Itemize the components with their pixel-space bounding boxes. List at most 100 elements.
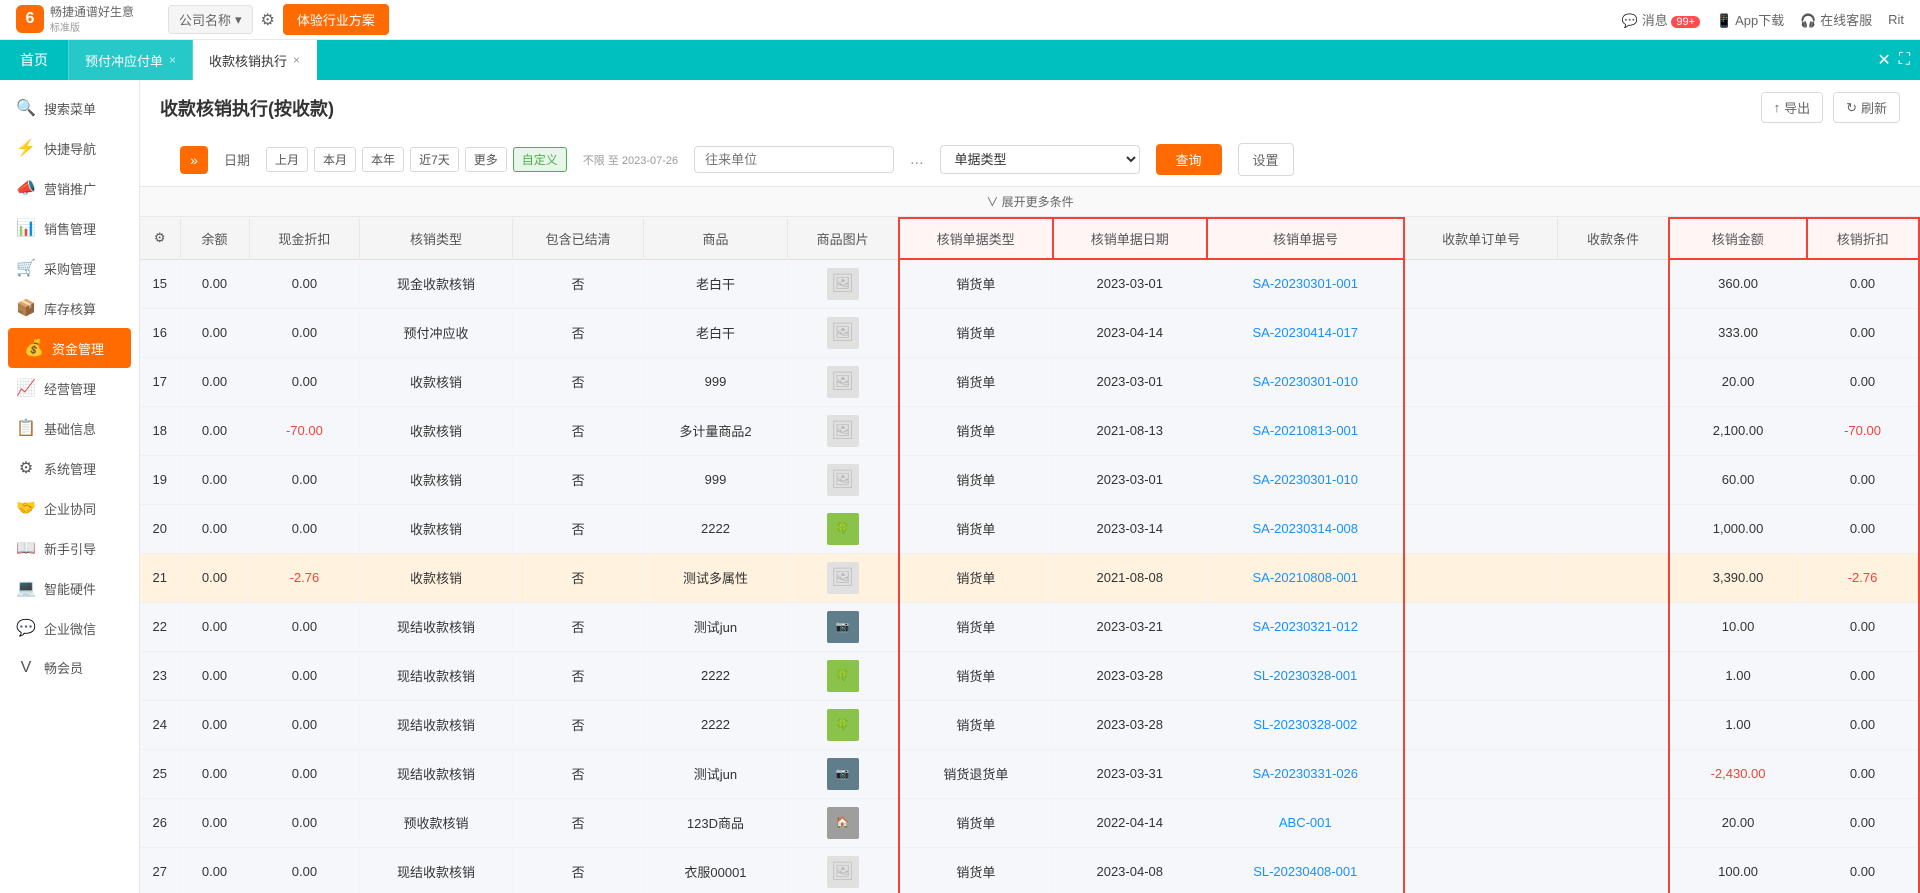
tab-fullscreen-button[interactable]: ⛶: [1899, 51, 1910, 69]
app-download-link[interactable]: 📱 App下载: [1716, 10, 1784, 29]
layout: 🔍 搜索菜单 ⚡ 快捷导航 📣 营销推广 📊 销售管理 🛒 采购管理 📦 库存核…: [0, 80, 1920, 893]
row-id: 20: [140, 504, 180, 553]
tab-receipt-close[interactable]: ×: [293, 53, 300, 67]
row-receipt-order-no: [1404, 749, 1557, 798]
company-selector[interactable]: 公司名称 ▾: [168, 5, 253, 34]
row-cancel-bill-no[interactable]: SA-20230301-010: [1207, 357, 1404, 406]
message-link[interactable]: 💬 消息 99+: [1622, 10, 1700, 29]
sidebar-item-collab[interactable]: 🤝 企业协同: [0, 488, 139, 528]
sidebar-item-search[interactable]: 🔍 搜索菜单: [0, 88, 139, 128]
sidebar-item-basics[interactable]: 📋 基础信息: [0, 408, 139, 448]
row-include-cleared: 否: [512, 749, 644, 798]
row-cancel-bill-no[interactable]: SA-20230331-026: [1207, 749, 1404, 798]
sidebar-item-guide[interactable]: 📖 新手引导: [0, 528, 139, 568]
row-cancel-bill-no[interactable]: SL-20230328-002: [1207, 700, 1404, 749]
tab-home[interactable]: 首页: [0, 40, 69, 80]
table-row: 22 0.00 0.00 现结收款核销 否 测试jun 📷 销货单 2023-0…: [140, 602, 1919, 651]
row-cancel-bill-no[interactable]: SA-20230414-017: [1207, 308, 1404, 357]
row-goods: 测试jun: [644, 749, 787, 798]
search-button[interactable]: 查询: [1156, 144, 1222, 175]
row-cancel-discount: 0.00: [1807, 455, 1919, 504]
sidebar-item-sales[interactable]: 📊 销售管理: [0, 208, 139, 248]
date-more[interactable]: 更多: [465, 147, 507, 172]
row-receipt-order-no: [1404, 357, 1557, 406]
row-id: 23: [140, 651, 180, 700]
tab-close-all-button[interactable]: ✕: [1877, 50, 1890, 70]
row-cancel-type: 现结收款核销: [360, 700, 512, 749]
gear-button[interactable]: ⚙: [261, 10, 275, 30]
row-goods: 2222: [644, 504, 787, 553]
company-name: 公司名称: [179, 10, 231, 29]
row-balance: 0.00: [180, 357, 249, 406]
wechat-icon: 💬: [16, 618, 36, 638]
row-receipt-order-no: [1404, 504, 1557, 553]
row-cancel-bill-no[interactable]: SA-20230301-001: [1207, 259, 1404, 308]
expand-more-button[interactable]: ∨ 展开更多条件: [140, 187, 1920, 217]
row-cancel-bill-date: 2023-03-01: [1053, 357, 1207, 406]
table-row: 21 0.00 -2.76 收款核销 否 测试多属性 🖼 销货单 2021-08…: [140, 553, 1919, 602]
date-this-year[interactable]: 本年: [362, 147, 404, 172]
search-icon: 🔍: [16, 98, 36, 118]
tab-prepay-close[interactable]: ×: [169, 53, 176, 67]
table-settings-icon[interactable]: ⚙: [154, 230, 166, 245]
unit-input[interactable]: [694, 146, 894, 173]
row-cancel-bill-type: 销货单: [899, 847, 1053, 893]
row-cancel-bill-no[interactable]: ABC-001: [1207, 798, 1404, 847]
row-cancel-bill-no[interactable]: SA-20230301-010: [1207, 455, 1404, 504]
filter-toggle-button[interactable]: »: [180, 146, 208, 174]
export-button[interactable]: ↑ 导出: [1761, 92, 1824, 123]
row-cancel-bill-no[interactable]: SL-20230328-001: [1207, 651, 1404, 700]
tab-prepay-label: 预付冲应付单: [85, 51, 163, 70]
col-settings[interactable]: ⚙: [140, 218, 180, 259]
sidebar-item-marketing[interactable]: 📣 营销推广: [0, 168, 139, 208]
date-custom[interactable]: 自定义: [513, 147, 567, 172]
row-goods-img: 🖼: [787, 308, 899, 357]
sidebar-item-inventory[interactable]: 📦 库存核算: [0, 288, 139, 328]
row-cancel-bill-no[interactable]: SL-20230408-001: [1207, 847, 1404, 893]
row-cancel-type: 收款核销: [360, 455, 512, 504]
row-cancel-bill-no[interactable]: SA-20230321-012: [1207, 602, 1404, 651]
sales-icon: 📊: [16, 218, 36, 238]
sidebar-quicknav-label: 快捷导航: [44, 139, 96, 158]
sidebar-item-purchase[interactable]: 🛒 采购管理: [0, 248, 139, 288]
date-last-month[interactable]: 上月: [266, 147, 308, 172]
row-cash-discount: -70.00: [249, 406, 360, 455]
row-cancel-type: 收款核销: [360, 504, 512, 553]
row-cancel-bill-type: 销货单: [899, 553, 1053, 602]
row-cancel-bill-date: 2023-03-21: [1053, 602, 1207, 651]
refresh-button[interactable]: ↻ 刷新: [1833, 92, 1900, 123]
date-this-month[interactable]: 本月: [314, 147, 356, 172]
sidebar-item-wechat[interactable]: 💬 企业微信: [0, 608, 139, 648]
table-row: 25 0.00 0.00 现结收款核销 否 测试jun 📷 销货退货单 2023…: [140, 749, 1919, 798]
tab-prepay[interactable]: 预付冲应付单 ×: [69, 40, 193, 80]
sidebar-item-member[interactable]: V 畅会员: [0, 648, 139, 687]
customer-service-link[interactable]: 🎧 在线客服: [1800, 10, 1872, 29]
sidebar-item-system[interactable]: ⚙ 系统管理: [0, 448, 139, 488]
sidebar-item-quicknav[interactable]: ⚡ 快捷导航: [0, 128, 139, 168]
date-7days[interactable]: 近7天: [410, 147, 459, 172]
row-id: 19: [140, 455, 180, 504]
row-cancel-bill-no[interactable]: SA-20210808-001: [1207, 553, 1404, 602]
row-cash-discount: 0.00: [249, 308, 360, 357]
row-cancel-bill-no[interactable]: SA-20210813-001: [1207, 406, 1404, 455]
marketing-icon: 📣: [16, 178, 36, 198]
table-row: 18 0.00 -70.00 收款核销 否 多计量商品2 🖼 销货单 2021-…: [140, 406, 1919, 455]
row-goods-img: 📷: [787, 602, 899, 651]
sidebar-item-hardware[interactable]: 💻 智能硬件: [0, 568, 139, 608]
industry-button[interactable]: 体验行业方案: [283, 4, 389, 35]
row-cash-discount: 0.00: [249, 357, 360, 406]
settings-button[interactable]: 设置: [1238, 143, 1294, 176]
row-cash-discount: 0.00: [249, 847, 360, 893]
sidebar-guide-label: 新手引导: [44, 539, 96, 558]
row-id: 22: [140, 602, 180, 651]
row-cancel-bill-date: 2023-03-01: [1053, 455, 1207, 504]
sidebar-item-operations[interactable]: 📈 经营管理: [0, 368, 139, 408]
logo: 6 畅捷通谱好生意 标准版: [16, 5, 156, 34]
type-select[interactable]: 单据类型: [940, 145, 1140, 174]
row-receipt-order-no: [1404, 700, 1557, 749]
row-cancel-bill-no[interactable]: SA-20230314-008: [1207, 504, 1404, 553]
row-goods-img: 🍀: [787, 504, 899, 553]
tab-receipt[interactable]: 收款核销执行 ×: [193, 40, 317, 80]
sidebar-system-label: 系统管理: [44, 459, 96, 478]
sidebar-item-finance[interactable]: 💰 资金管理: [8, 328, 131, 368]
